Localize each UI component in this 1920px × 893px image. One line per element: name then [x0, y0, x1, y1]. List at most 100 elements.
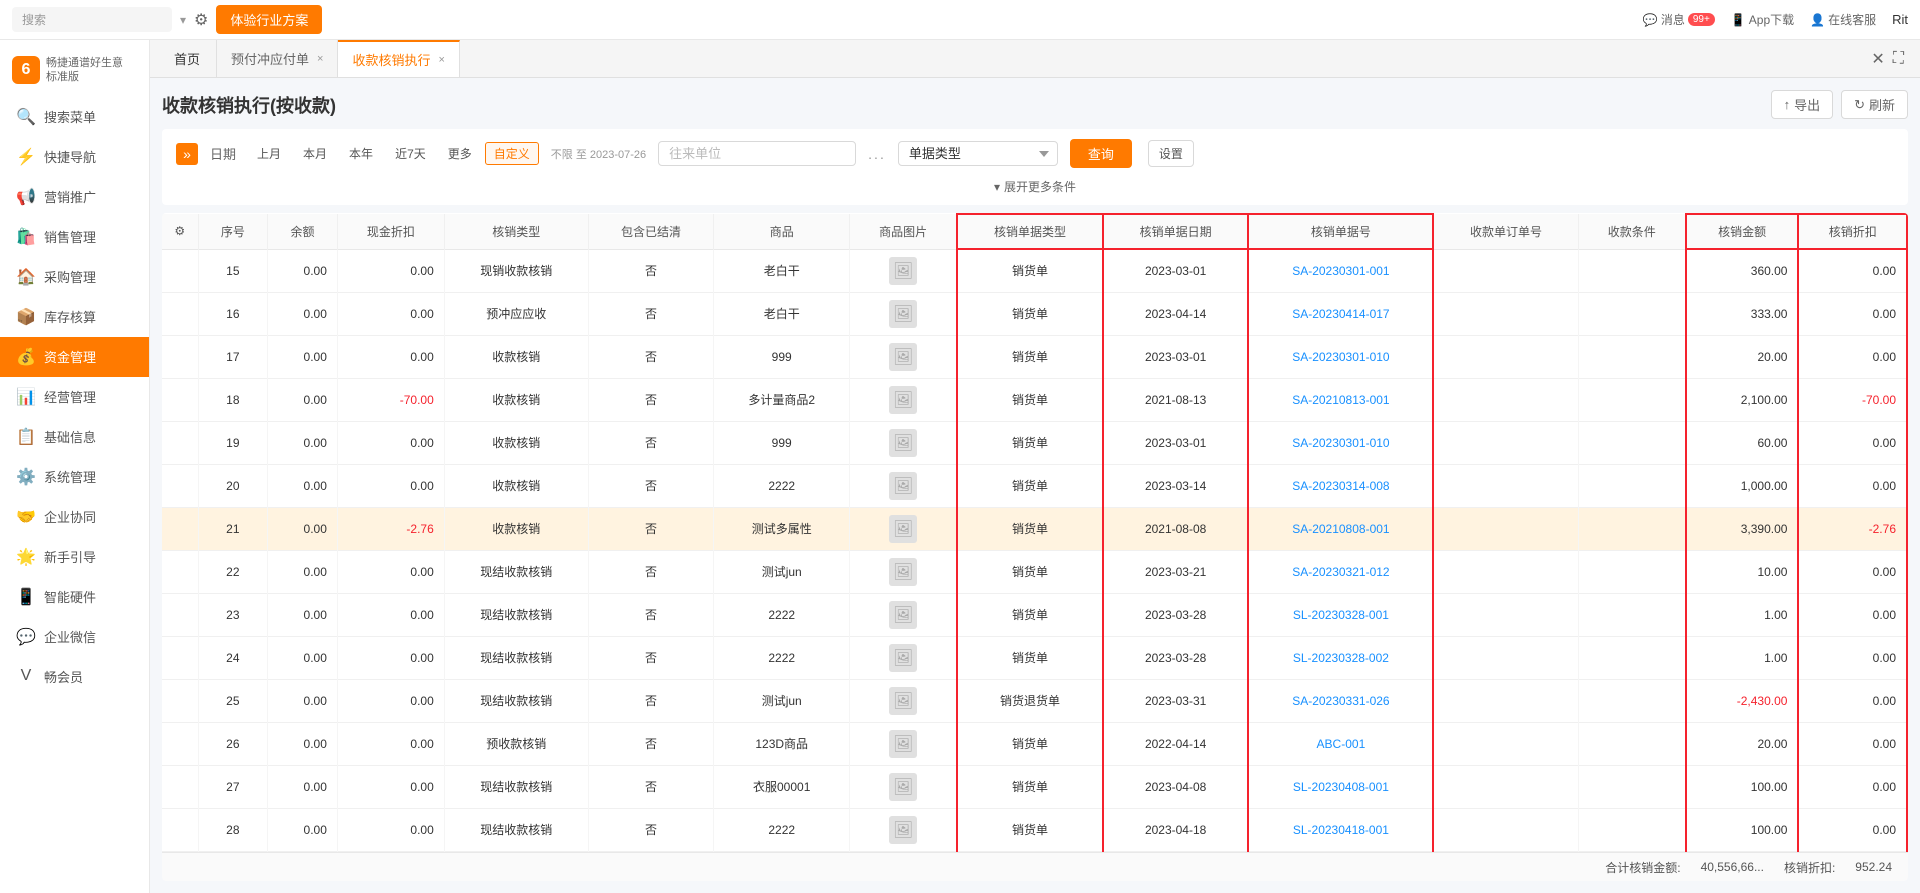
col-no-cell: 17: [198, 335, 268, 378]
col-bill-type-cell: 销货单: [957, 292, 1103, 335]
col-writeoff-amount-cell: -2,430.00: [1686, 679, 1799, 722]
wechat-icon: 💬: [16, 627, 36, 647]
col-gear[interactable]: ⚙: [162, 214, 198, 249]
filter-date-this-month[interactable]: 本月: [294, 142, 336, 165]
table-container[interactable]: ⚙ 序号 余额 现金折扣 核销类型 包含已结清 商品 商品图片 核销单据类型 核…: [162, 213, 1908, 881]
col-writeoff-discount-header: 核销折扣: [1798, 214, 1907, 249]
sidebar-item-smart-hw[interactable]: 📱 智能硬件: [0, 577, 149, 617]
sidebar-item-system[interactable]: ⚙️ 系统管理: [0, 457, 149, 497]
col-writeoff-discount-cell: 0.00: [1798, 550, 1907, 593]
tab-close-all-button[interactable]: ✕: [1871, 49, 1884, 69]
col-bill-no-cell[interactable]: SA-20210813-001: [1248, 378, 1433, 421]
col-bill-no-cell[interactable]: SL-20230408-001: [1248, 765, 1433, 808]
col-balance-cell: 0.00: [268, 808, 338, 851]
col-payment-terms-cell: [1578, 378, 1686, 421]
col-receipt-order-no-cell: [1433, 464, 1578, 507]
col-bill-date-cell: 2023-03-14: [1103, 464, 1249, 507]
col-bill-no-cell[interactable]: ABC-001: [1248, 722, 1433, 765]
base-info-icon: 📋: [16, 427, 36, 447]
col-bill-date-cell: 2021-08-13: [1103, 378, 1249, 421]
online-service-btn[interactable]: 👤 在线客服: [1810, 11, 1876, 28]
sidebar-item-inventory[interactable]: 📦 库存核算: [0, 297, 149, 337]
filter-date-custom[interactable]: 自定义: [485, 142, 539, 165]
col-cash-discount-cell: 0.00: [337, 636, 444, 679]
filter-date-last-month[interactable]: 上月: [248, 142, 290, 165]
col-receipt-order-no-header: 收款单订单号: [1433, 214, 1578, 249]
col-balance-cell: 0.00: [268, 593, 338, 636]
col-bill-no-cell[interactable]: SL-20230328-001: [1248, 593, 1433, 636]
sidebar-item-wechat[interactable]: 💬 企业微信: [0, 617, 149, 657]
col-bill-no-cell[interactable]: SA-20230321-012: [1248, 550, 1433, 593]
col-bill-date-cell: 2023-03-28: [1103, 636, 1249, 679]
col-bill-no-cell[interactable]: SA-20230301-001: [1248, 249, 1433, 292]
goods-img-cell: 🖼: [850, 808, 958, 851]
sidebar-item-base-info[interactable]: 📋 基础信息: [0, 417, 149, 457]
tab-expand-button[interactable]: ⛶: [1893, 49, 1904, 69]
col-balance-cell: 0.00: [268, 550, 338, 593]
filter-date-7days[interactable]: 近7天: [386, 142, 435, 165]
newbie-icon: 🌟: [16, 547, 36, 567]
col-bill-no-cell[interactable]: SL-20230328-002: [1248, 636, 1433, 679]
sidebar-item-finance[interactable]: 💰 资金管理: [0, 337, 149, 377]
filter-settings-button[interactable]: 设置: [1148, 140, 1194, 167]
col-no-cell: 26: [198, 722, 268, 765]
sidebar-item-member[interactable]: V 畅会员: [0, 657, 149, 696]
col-included-cell: 否: [588, 765, 713, 808]
table-row: 22 0.00 0.00 现结收款核销 否 测试jun 🖼 销货单 2023-0…: [162, 550, 1907, 593]
col-gear-cell: [162, 679, 198, 722]
filter-date-more[interactable]: 更多: [439, 142, 481, 165]
export-button[interactable]: ↑ 导出: [1771, 90, 1834, 119]
sidebar-item-operations[interactable]: 📊 经营管理: [0, 377, 149, 417]
message-btn[interactable]: 💬 消息 99+: [1643, 11, 1715, 28]
col-bill-date-cell: 2023-03-01: [1103, 249, 1249, 292]
col-bill-no-cell[interactable]: SA-20230314-008: [1248, 464, 1433, 507]
goods-img-cell: 🖼: [850, 335, 958, 378]
refresh-button[interactable]: ↻ 刷新: [1841, 90, 1908, 119]
col-bill-no-cell[interactable]: SA-20230301-010: [1248, 335, 1433, 378]
user-name[interactable]: Rit: [1892, 12, 1908, 27]
table-row: 24 0.00 0.00 现结收款核销 否 2222 🖼 销货单 2023-03…: [162, 636, 1907, 679]
sidebar-item-purchase[interactable]: 🏠 采购管理: [0, 257, 149, 297]
col-bill-no-cell[interactable]: SA-20230331-026: [1248, 679, 1433, 722]
data-table: ⚙ 序号 余额 现金折扣 核销类型 包含已结清 商品 商品图片 核销单据类型 核…: [162, 213, 1908, 852]
tab-receipt-writeoff[interactable]: 收款核销执行 ×: [338, 40, 459, 77]
col-included-cell: 否: [588, 679, 713, 722]
col-bill-date-cell: 2022-04-14: [1103, 722, 1249, 765]
col-bill-no-cell[interactable]: SL-20230418-001: [1248, 808, 1433, 851]
footer-total-discount-value: 952.24: [1855, 860, 1892, 874]
tab-prepaid[interactable]: 预付冲应付单 ×: [217, 40, 338, 77]
col-bill-type-cell: 销货单: [957, 550, 1103, 593]
sidebar-item-search-menu[interactable]: 🔍 搜索菜单: [0, 97, 149, 137]
sidebar-item-quick-nav[interactable]: ⚡ 快捷导航: [0, 137, 149, 177]
table-footer: 合计核销金额: 40,556,66... 核销折扣: 952.24: [162, 852, 1908, 882]
col-cash-discount-cell: 0.00: [337, 249, 444, 292]
sidebar-item-enterprise[interactable]: 🤝 企业协同: [0, 497, 149, 537]
col-bill-no-cell[interactable]: SA-20210808-001: [1248, 507, 1433, 550]
col-writeoff-discount-cell: -70.00: [1798, 378, 1907, 421]
sidebar-item-newbie[interactable]: 🌟 新手引导: [0, 537, 149, 577]
filter-query-button[interactable]: 查询: [1070, 139, 1132, 168]
tab-receipt-writeoff-close-icon[interactable]: ×: [438, 54, 444, 66]
industry-solution-button[interactable]: 体验行业方案: [216, 5, 322, 34]
col-bill-type-cell: 销货退货单: [957, 679, 1103, 722]
filter-from-unit-input[interactable]: [658, 141, 856, 166]
col-included-cell: 否: [588, 722, 713, 765]
sidebar-item-marketing[interactable]: 📢 营销推广: [0, 177, 149, 217]
col-bill-no-cell[interactable]: SA-20230301-010: [1248, 421, 1433, 464]
topbar-chevron-icon[interactable]: ▾: [180, 13, 186, 27]
sidebar-item-sales[interactable]: 🛍️ 销售管理: [0, 217, 149, 257]
app-download-btn[interactable]: 📱 App下载: [1731, 11, 1794, 28]
tab-home[interactable]: 首页: [158, 40, 217, 77]
col-included-cell: 否: [588, 335, 713, 378]
topbar-gear-icon[interactable]: ⚙: [194, 10, 208, 30]
filter-bill-type-select[interactable]: 单据类型: [898, 141, 1058, 166]
filter-collapse-button[interactable]: »: [176, 143, 198, 165]
col-balance-cell: 0.00: [268, 636, 338, 679]
filter-date-this-year[interactable]: 本年: [340, 142, 382, 165]
col-bill-date-cell: 2023-03-31: [1103, 679, 1249, 722]
tab-prepaid-close-icon[interactable]: ×: [317, 53, 323, 65]
topbar-search[interactable]: 搜索: [12, 7, 172, 32]
table-header-row: ⚙ 序号 余额 现金折扣 核销类型 包含已结清 商品 商品图片 核销单据类型 核…: [162, 214, 1907, 249]
col-bill-no-cell[interactable]: SA-20230414-017: [1248, 292, 1433, 335]
filter-expand-row[interactable]: ▾ 展开更多条件: [176, 178, 1894, 195]
